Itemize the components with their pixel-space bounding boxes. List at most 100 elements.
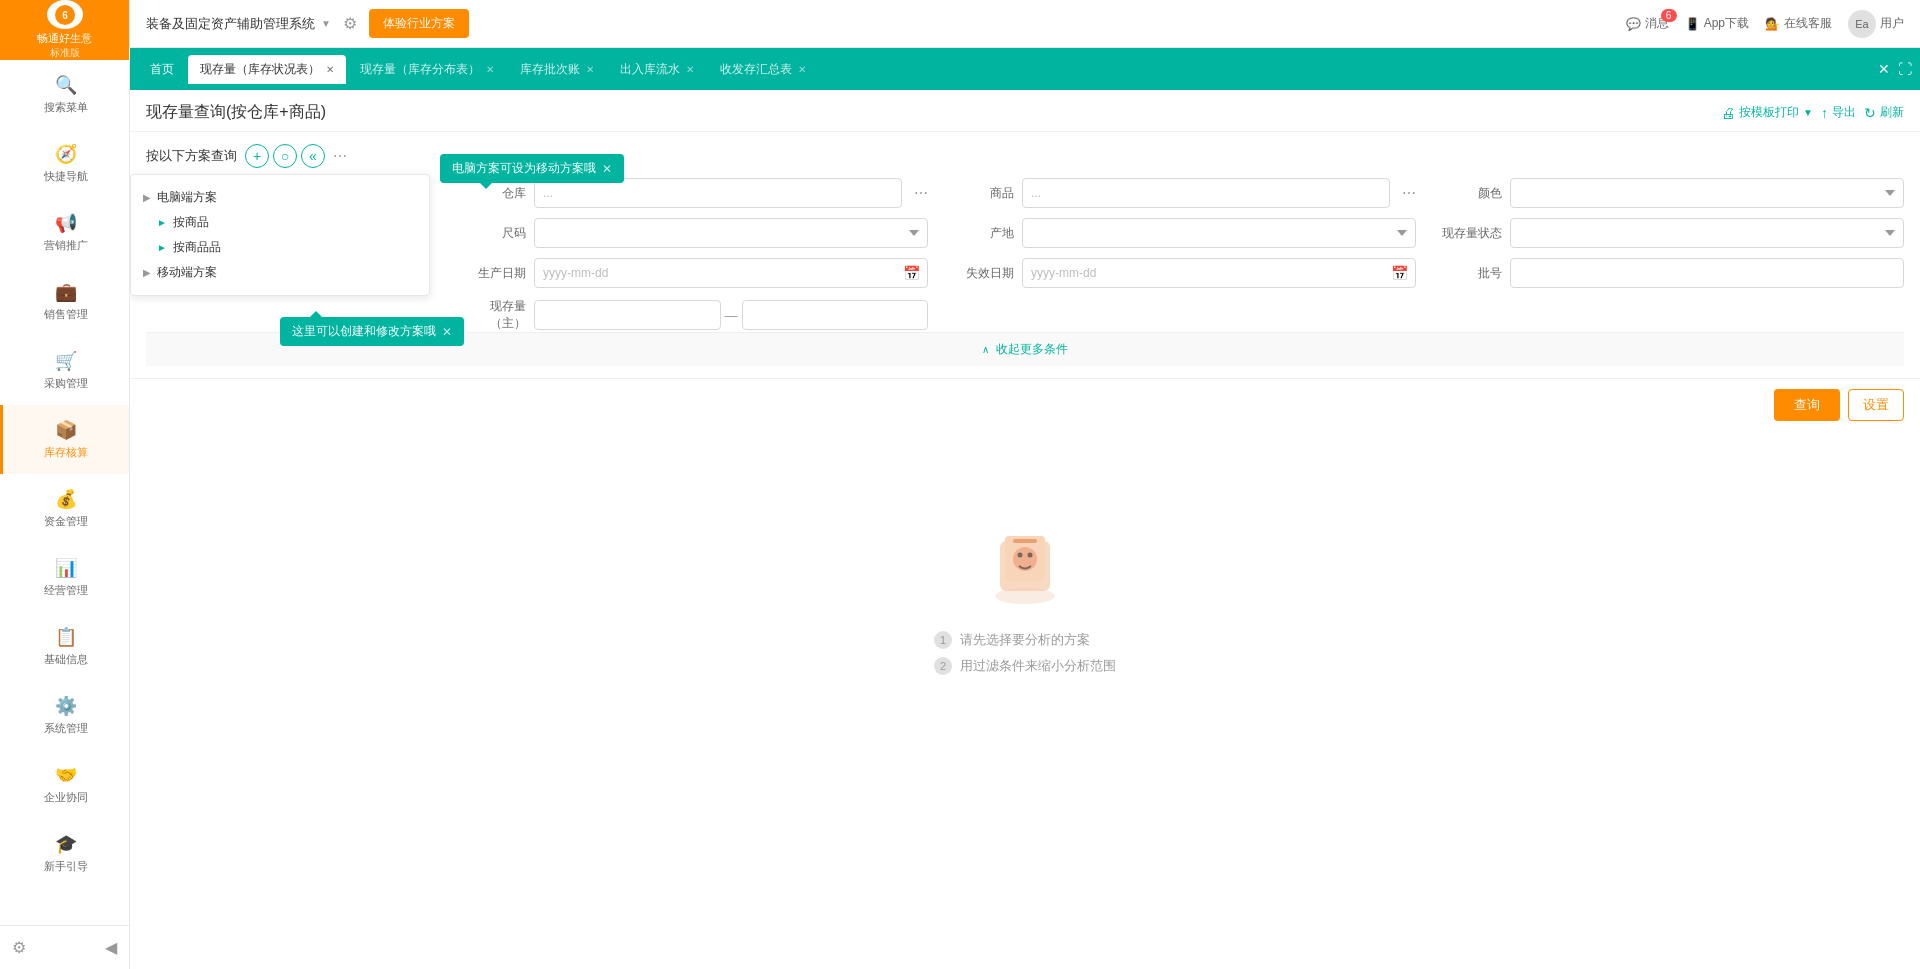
close-tab-inout-flow[interactable]: ✕	[686, 64, 694, 75]
empty-tip-1: 1 请先选择要分析的方案	[934, 631, 1116, 649]
header-actions: 🖨 按模板打印 ▼ ↑ 导出 ↻ 刷新	[1721, 104, 1904, 121]
sidebar-item-label-corp: 企业协同	[44, 790, 88, 805]
batch-input[interactable]	[1510, 258, 1904, 288]
tab-fullscreen-icon[interactable]: ⛶	[1898, 61, 1912, 77]
tab-inventory-dist[interactable]: 现存量（库存分布表） ✕	[348, 55, 506, 84]
produce-date-label: 生产日期	[456, 265, 526, 282]
edit-scheme-btn[interactable]: ○	[273, 144, 297, 168]
scheme-sub-item-goods2[interactable]: ► 按商品品	[157, 235, 417, 260]
expire-date-label: 失效日期	[944, 265, 1014, 282]
produce-date-input[interactable]	[534, 258, 928, 288]
scheme-mobile-row[interactable]: ▶ 移动端方案	[143, 260, 417, 285]
reset-button[interactable]: 设置	[1848, 389, 1904, 421]
close-tab-inventory-dist[interactable]: ✕	[486, 64, 494, 75]
goods-dots-icon[interactable]: ⋯	[1402, 185, 1416, 201]
filter-size: 尺码	[456, 218, 928, 248]
produce-date-calendar-icon[interactable]: 📅	[903, 265, 920, 281]
trial-button[interactable]: 体验行业方案	[369, 9, 469, 38]
stock-main-from-input[interactable]	[534, 300, 721, 330]
marketing-icon: 📢	[55, 212, 77, 234]
stock-main-range: —	[534, 300, 928, 330]
message-badge: 6	[1661, 9, 1677, 22]
expire-date-input[interactable]	[1022, 258, 1416, 288]
close-tab-inventory-status[interactable]: ✕	[326, 64, 334, 75]
app-download-btn[interactable]: 📱 App下载	[1685, 15, 1749, 32]
query-button[interactable]: 查询	[1774, 389, 1840, 421]
online-service-btn[interactable]: 💁 在线客服	[1765, 15, 1832, 32]
size-label: 尺码	[456, 225, 526, 242]
sidebar-item-finance[interactable]: 💰 资金管理	[0, 474, 129, 543]
sidebar-item-inventory[interactable]: 📦 库存核算	[0, 405, 129, 474]
export-btn[interactable]: ↑ 导出	[1821, 104, 1856, 121]
sidebar-item-search[interactable]: 🔍 搜索菜单	[0, 60, 129, 129]
nav-menu: 🔍 搜索菜单 🧭 快捷导航 📢 营销推广 💼 销售管理 🛒 采购管理 📦 库存核…	[0, 60, 129, 925]
close-tooltip1-btn[interactable]: ✕	[602, 162, 612, 176]
tab-batch-account[interactable]: 库存批次账 ✕	[508, 55, 606, 84]
add-scheme-btn[interactable]: +	[245, 144, 269, 168]
sidebar-item-sales[interactable]: 💼 销售管理	[0, 267, 129, 336]
search-icon: 🔍	[55, 74, 77, 96]
empty-illustration	[975, 511, 1075, 611]
tip-num-1: 1	[934, 631, 952, 649]
tab-expand-controls: ✕ ⛶	[1878, 61, 1912, 77]
sales-icon: 💼	[55, 281, 77, 303]
messages-btn[interactable]: 💬 消息 6	[1626, 15, 1669, 32]
sidebar-item-guide[interactable]: 🧭 快捷导航	[0, 129, 129, 198]
refresh-btn[interactable]: ↻ 刷新	[1864, 104, 1904, 121]
empty-tips: 1 请先选择要分析的方案 2 用过滤条件来缩小分析范围	[934, 631, 1116, 675]
expire-date-wrapper: 📅	[1022, 258, 1416, 288]
expire-date-calendar-icon[interactable]: 📅	[1391, 265, 1408, 281]
filter-top: 按以下方案查询 + ○ « ⋯	[146, 144, 1904, 168]
scheme-desktop-row[interactable]: ▶ 电脑端方案	[143, 185, 417, 210]
tabbar: 首页 现存量（库存状况表） ✕ 现存量（库存分布表） ✕ 库存批次账 ✕ 出入库…	[130, 48, 1920, 90]
scheme-sub-item-goods[interactable]: ► 按商品	[157, 210, 417, 235]
user-btn[interactable]: Ea 用户	[1848, 10, 1904, 38]
sidebar-item-marketing[interactable]: 📢 营销推广	[0, 198, 129, 267]
close-tab-batch-account[interactable]: ✕	[586, 64, 594, 75]
filter-row3: 生产日期 📅 失效日期 📅	[456, 258, 1904, 288]
filter-row2: 尺码 产地 现存量状态	[456, 218, 1904, 248]
filter-grid-wrapper: 仓库 ⋯ 商品 ⋯ 颜色	[456, 178, 1904, 332]
sidebar-item-newbie[interactable]: 🎓 新手引导	[0, 819, 129, 888]
tab-inventory-status[interactable]: 现存量（库存状况表） ✕	[188, 55, 346, 84]
range-separator: —	[725, 308, 738, 323]
close-tooltip2-btn[interactable]: ✕	[442, 325, 452, 339]
sidebar-item-operations[interactable]: 📊 经营管理	[0, 543, 129, 612]
tab-close-all-icon[interactable]: ✕	[1878, 61, 1890, 77]
filter-batch: 批号	[1432, 258, 1904, 288]
sidebar-item-corp[interactable]: 🤝 企业协同	[0, 750, 129, 819]
sidebar-item-label-newbie: 新手引导	[44, 859, 88, 874]
back-scheme-btn[interactable]: «	[301, 144, 325, 168]
goods-input[interactable]	[1022, 178, 1390, 208]
tab-summary[interactable]: 收发存汇总表 ✕	[708, 55, 818, 84]
sidebar-item-label-operations: 经营管理	[44, 583, 88, 598]
filter-label: 按以下方案查询	[146, 147, 237, 165]
user-avatar: Ea	[1848, 10, 1876, 38]
topbar-settings-icon[interactable]: ⚙	[343, 14, 357, 33]
size-select[interactable]	[534, 218, 928, 248]
scheme-mobile-arrow-icon: ▶	[143, 267, 151, 278]
close-tab-summary[interactable]: ✕	[798, 64, 806, 75]
scheme-mobile-label: 移动端方案	[157, 264, 217, 281]
color-select[interactable]	[1510, 178, 1904, 208]
print-btn[interactable]: 🖨 按模板打印 ▼	[1721, 104, 1813, 121]
filter-more-dots[interactable]: ⋯	[333, 148, 347, 164]
tab-inout-flow[interactable]: 出入库流水 ✕	[608, 55, 706, 84]
origin-select[interactable]	[1022, 218, 1416, 248]
stock-main-to-input[interactable]	[742, 300, 929, 330]
produce-date-wrapper: 📅	[534, 258, 928, 288]
sidebar-item-basics[interactable]: 📋 基础信息	[0, 612, 129, 681]
warehouse-dots-icon[interactable]: ⋯	[914, 185, 928, 201]
settings-footer-icon[interactable]: ⚙	[12, 938, 26, 957]
sidebar-item-label-purchase: 采购管理	[44, 376, 88, 391]
sidebar-item-system[interactable]: ⚙️ 系统管理	[0, 681, 129, 750]
scheme-sub-items: ► 按商品 ► 按商品品	[157, 210, 417, 260]
scheme-sub2-icon: ►	[157, 242, 167, 253]
sidebar-item-purchase[interactable]: 🛒 采购管理	[0, 336, 129, 405]
tab-home[interactable]: 首页	[138, 55, 186, 84]
sidebar-item-label-basics: 基础信息	[44, 652, 88, 667]
collapse-sidebar-icon[interactable]: ◀	[105, 938, 117, 957]
page-title: 现存量查询(按仓库+商品)	[146, 102, 326, 123]
stock-status-select[interactable]	[1510, 218, 1904, 248]
scheme-sub-icon: ►	[157, 217, 167, 228]
